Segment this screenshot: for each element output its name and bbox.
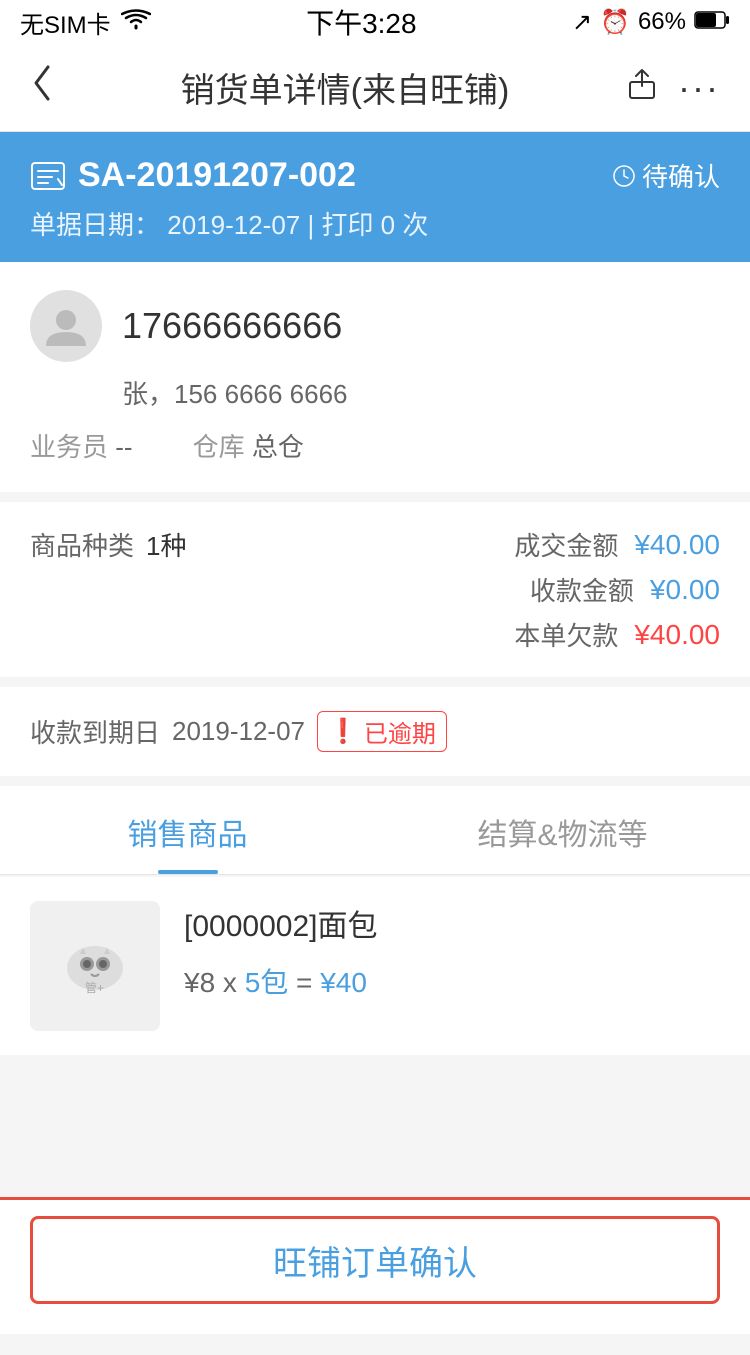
back-button[interactable] bbox=[30, 63, 90, 112]
price-equals: = bbox=[288, 967, 320, 998]
salesperson-value-text: -- bbox=[115, 432, 132, 462]
order-id: SA-20191207-002 bbox=[30, 156, 356, 195]
product-types-value: 1种 bbox=[146, 526, 186, 563]
tab-settlement-logistics[interactable]: 结算&物流等 bbox=[375, 786, 750, 874]
battery-icon bbox=[694, 8, 730, 36]
owed-amount-value: ¥40.00 bbox=[634, 619, 720, 651]
customer-name: 张，156 6666 6666 bbox=[122, 374, 720, 411]
wifi-icon bbox=[121, 8, 151, 37]
customer-meta: 业务员 -- 仓库 总仓 bbox=[30, 427, 720, 464]
avatar bbox=[30, 290, 102, 362]
tabs-section: 销售商品 结算&物流等 bbox=[0, 786, 750, 875]
alarm-icon: ⏰ bbox=[600, 8, 630, 37]
product-quantity: 5包 bbox=[245, 967, 289, 998]
nav-actions: ··· bbox=[600, 67, 720, 109]
battery-label: 66% bbox=[638, 8, 686, 36]
received-amount-row: 收款金额 ¥0.00 bbox=[530, 571, 720, 608]
bottom-bar: 旺铺订单确认 bbox=[0, 1197, 750, 1334]
overdue-badge: ❗ 已逾期 bbox=[317, 711, 447, 752]
due-date-label: 收款到期日 bbox=[30, 713, 160, 750]
tabs-row: 销售商品 结算&物流等 bbox=[0, 786, 750, 875]
received-amount-label: 收款金额 bbox=[530, 571, 634, 608]
overdue-icon: ❗ bbox=[328, 717, 358, 746]
amounts-right: 成交金额 ¥40.00 收款金额 ¥0.00 本单欠款 ¥40.00 bbox=[514, 526, 720, 653]
status-time: 下午3:28 bbox=[306, 2, 417, 42]
price-formula: ¥8 x bbox=[184, 967, 245, 998]
amounts-section: 商品种类 1种 成交金额 ¥40.00 收款金额 ¥0.00 本单欠款 ¥40.… bbox=[0, 502, 750, 677]
more-icon[interactable]: ··· bbox=[678, 67, 720, 109]
product-thumbnail: 管+ bbox=[30, 901, 160, 1031]
owed-amount-row: 本单欠款 ¥40.00 bbox=[514, 616, 720, 653]
status-bar: 无SIM卡 下午3:28 ↗ ⏰ 66% bbox=[0, 0, 750, 44]
order-date: 单据日期： 2019-12-07 | 打印 0 次 bbox=[30, 205, 720, 242]
carrier-label: 无SIM卡 bbox=[20, 5, 111, 40]
location-icon: ↗ bbox=[572, 8, 592, 37]
share-icon[interactable] bbox=[626, 68, 658, 108]
svg-text:管+: 管+ bbox=[85, 980, 104, 995]
overdue-text: 已逾期 bbox=[364, 714, 436, 749]
order-header: SA-20191207-002 待确认 单据日期： 2019-12-07 | 打… bbox=[0, 132, 750, 262]
confirm-order-button[interactable]: 旺铺订单确认 bbox=[30, 1216, 720, 1304]
warehouse-label: 仓库 bbox=[193, 432, 245, 462]
deal-amount-value: ¥40.00 bbox=[634, 529, 720, 561]
deal-amount-row: 成交金额 ¥40.00 bbox=[514, 526, 720, 563]
tab-sales-products[interactable]: 销售商品 bbox=[0, 786, 375, 874]
due-date-value: 2019-12-07 bbox=[172, 716, 305, 747]
page-title: 销货单详情(来自旺铺) bbox=[90, 63, 600, 112]
deal-amount-label: 成交金额 bbox=[514, 526, 618, 563]
product-price: ¥8 x 5包 = ¥40 bbox=[184, 961, 720, 1001]
customer-section: 17666666666 张，156 6666 6666 业务员 -- 仓库 总仓 bbox=[0, 262, 750, 492]
product-info: [0000002]面包 ¥8 x 5包 = ¥40 bbox=[184, 901, 720, 1001]
product-section: 管+ [0000002]面包 ¥8 x 5包 = ¥40 bbox=[0, 877, 750, 1055]
received-amount-value: ¥0.00 bbox=[650, 574, 720, 606]
status-left: 无SIM卡 bbox=[20, 5, 151, 40]
customer-phone: 17666666666 bbox=[122, 305, 342, 347]
nav-bar: 销货单详情(来自旺铺) ··· bbox=[0, 44, 750, 132]
salesperson-label: 业务员 bbox=[30, 432, 108, 462]
warehouse-value-text: 总仓 bbox=[252, 432, 304, 462]
product-name: [0000002]面包 bbox=[184, 901, 720, 945]
due-date-section: 收款到期日 2019-12-07 ❗ 已逾期 bbox=[0, 687, 750, 776]
product-total: ¥40 bbox=[320, 967, 367, 998]
order-status: 待确认 bbox=[612, 157, 720, 194]
product-types: 商品种类 1种 bbox=[30, 526, 186, 563]
owed-amount-label: 本单欠款 bbox=[514, 616, 618, 653]
status-right: ↗ ⏰ 66% bbox=[572, 8, 730, 37]
